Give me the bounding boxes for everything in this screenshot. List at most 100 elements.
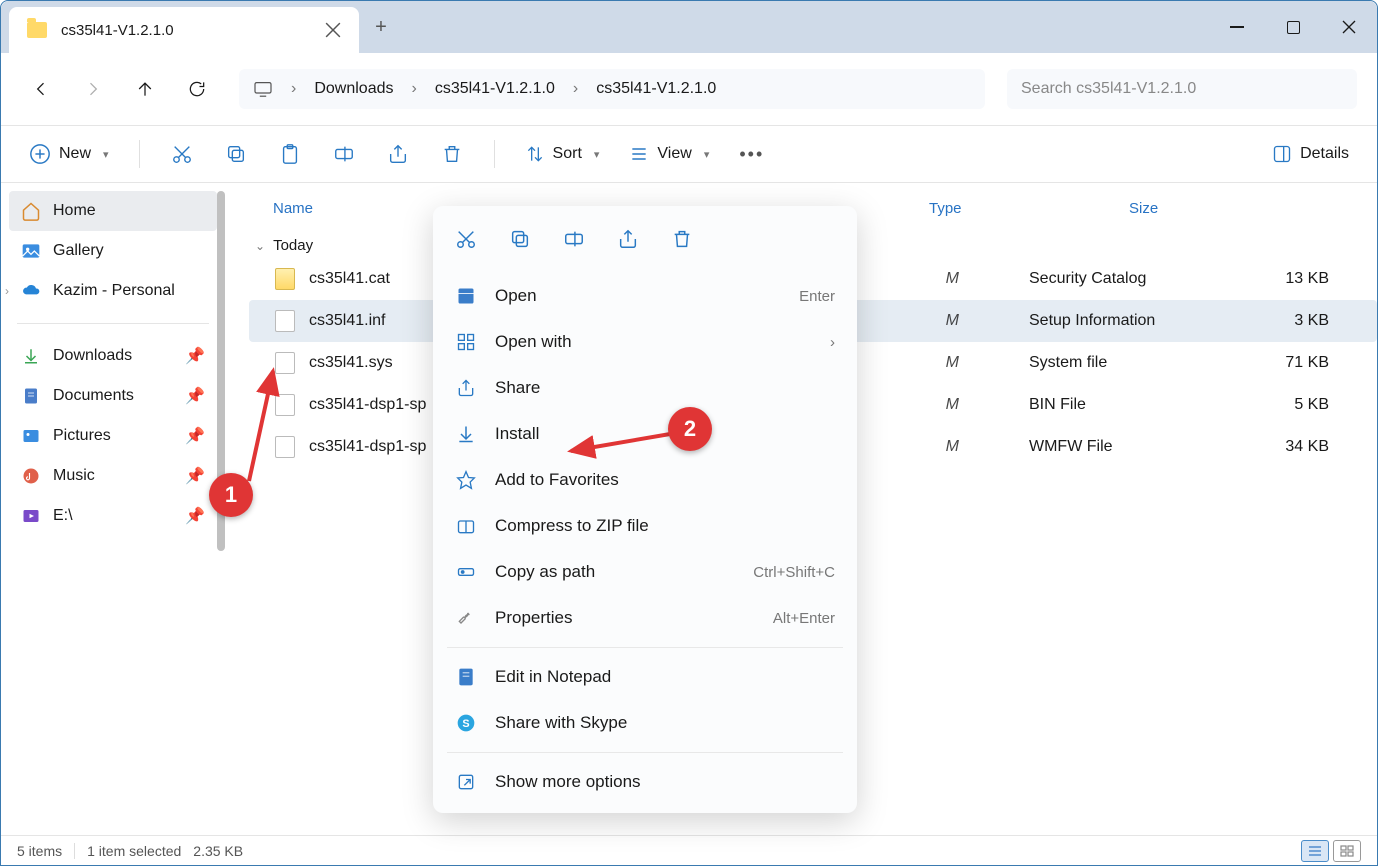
new-button[interactable]: New▾ bbox=[29, 143, 109, 165]
item-count: 5 items bbox=[17, 843, 62, 859]
refresh-button[interactable] bbox=[177, 69, 217, 109]
context-menu: Open Enter Open with › Share Install Add… bbox=[433, 206, 857, 813]
zip-icon bbox=[455, 515, 477, 537]
delete-icon[interactable] bbox=[671, 228, 693, 255]
sidebar-item-documents[interactable]: Documents 📌 bbox=[9, 376, 217, 416]
copy-icon[interactable] bbox=[509, 228, 531, 255]
breadcrumb[interactable]: › Downloads › cs35l41-V1.2.1.0 › cs35l41… bbox=[239, 69, 985, 109]
maximize-button[interactable] bbox=[1265, 1, 1321, 53]
cut-button[interactable] bbox=[170, 143, 194, 165]
toolbar: New▾ Sort▾ View▾ ••• Details bbox=[1, 125, 1377, 183]
selected-count: 1 item selected bbox=[87, 843, 181, 859]
more-button[interactable]: ••• bbox=[739, 144, 764, 165]
column-type[interactable]: Type bbox=[929, 200, 1129, 217]
expand-icon bbox=[455, 771, 477, 793]
sidebar-item-pictures[interactable]: Pictures 📌 bbox=[9, 416, 217, 456]
context-open-with[interactable]: Open with › bbox=[433, 319, 857, 365]
pin-icon: 📌 bbox=[185, 506, 205, 526]
paste-button[interactable] bbox=[278, 143, 302, 165]
sidebar-item-gallery[interactable]: Gallery bbox=[9, 231, 217, 271]
breadcrumb-item[interactable]: Downloads bbox=[314, 80, 393, 98]
context-show-more[interactable]: Show more options bbox=[433, 759, 857, 805]
home-icon bbox=[21, 201, 41, 221]
titlebar: cs35l41-V1.2.1.0 + bbox=[1, 1, 1377, 53]
search-placeholder: Search cs35l41-V1.2.1.0 bbox=[1021, 80, 1196, 98]
tab-title: cs35l41-V1.2.1.0 bbox=[61, 22, 311, 39]
pin-icon: 📌 bbox=[185, 426, 205, 446]
copy-button[interactable] bbox=[224, 143, 248, 165]
delete-button[interactable] bbox=[440, 143, 464, 165]
selected-size: 2.35 KB bbox=[193, 843, 243, 859]
view-button[interactable]: View▾ bbox=[629, 144, 709, 164]
context-properties[interactable]: Properties Alt+Enter bbox=[433, 595, 857, 641]
active-tab[interactable]: cs35l41-V1.2.1.0 bbox=[9, 7, 359, 53]
star-icon bbox=[455, 469, 477, 491]
documents-icon bbox=[21, 386, 41, 406]
context-compress-zip[interactable]: Compress to ZIP file bbox=[433, 503, 857, 549]
context-copy-path[interactable]: Copy as path Ctrl+Shift+C bbox=[433, 549, 857, 595]
sidebar-item-drive-e[interactable]: E:\ 📌 bbox=[9, 496, 217, 536]
breadcrumb-item[interactable]: cs35l41-V1.2.1.0 bbox=[596, 80, 716, 98]
chevron-right-icon: › bbox=[830, 334, 835, 351]
chevron-right-icon: › bbox=[573, 80, 578, 98]
open-with-icon bbox=[455, 331, 477, 353]
cut-icon[interactable] bbox=[455, 228, 477, 255]
share-button[interactable] bbox=[386, 143, 410, 165]
pin-icon: 📌 bbox=[185, 386, 205, 406]
sidebar-item-downloads[interactable]: Downloads 📌 bbox=[9, 336, 217, 376]
install-icon bbox=[455, 423, 477, 445]
chevron-down-icon: ⌄ bbox=[255, 239, 265, 253]
sidebar-item-home[interactable]: Home bbox=[9, 191, 217, 231]
file-icon bbox=[275, 268, 295, 290]
context-add-favorites[interactable]: Add to Favorites bbox=[433, 457, 857, 503]
open-icon bbox=[455, 285, 477, 307]
details-view-button[interactable] bbox=[1301, 840, 1329, 862]
sidebar-item-music[interactable]: Music 📌 bbox=[9, 456, 217, 496]
details-button[interactable]: Details bbox=[1272, 144, 1349, 164]
annotation-1: 1 bbox=[209, 473, 253, 517]
context-toolbar bbox=[433, 214, 857, 273]
rename-icon[interactable] bbox=[563, 228, 585, 255]
chevron-right-icon: › bbox=[411, 80, 416, 98]
forward-button[interactable] bbox=[73, 69, 113, 109]
sidebar: Home Gallery › Kazim - Personal Download… bbox=[1, 183, 225, 809]
skype-icon: S bbox=[455, 712, 477, 734]
statusbar: 5 items 1 item selected 2.35 KB bbox=[1, 835, 1377, 865]
context-edit-notepad[interactable]: Edit in Notepad bbox=[433, 654, 857, 700]
context-share-skype[interactable]: S Share with Skype bbox=[433, 700, 857, 746]
file-icon bbox=[275, 352, 295, 374]
file-icon bbox=[275, 310, 295, 332]
thumbnail-view-button[interactable] bbox=[1333, 840, 1361, 862]
new-tab-button[interactable]: + bbox=[359, 1, 403, 53]
search-input[interactable]: Search cs35l41-V1.2.1.0 bbox=[1007, 69, 1357, 109]
context-share[interactable]: Share bbox=[433, 365, 857, 411]
minimize-button[interactable] bbox=[1209, 1, 1265, 53]
context-open[interactable]: Open Enter bbox=[433, 273, 857, 319]
download-icon bbox=[21, 346, 41, 366]
pin-icon: 📌 bbox=[185, 466, 205, 486]
this-pc-icon bbox=[253, 81, 273, 97]
breadcrumb-item[interactable]: cs35l41-V1.2.1.0 bbox=[435, 80, 555, 98]
annotation-2: 2 bbox=[668, 407, 712, 451]
video-icon bbox=[21, 506, 41, 526]
up-button[interactable] bbox=[125, 69, 165, 109]
tab-close-button[interactable] bbox=[325, 22, 341, 38]
rename-button[interactable] bbox=[332, 143, 356, 165]
chevron-right-icon: › bbox=[291, 80, 296, 98]
path-icon bbox=[455, 561, 477, 583]
share-icon bbox=[455, 377, 477, 399]
navbar: › Downloads › cs35l41-V1.2.1.0 › cs35l41… bbox=[1, 53, 1377, 125]
pictures-icon bbox=[21, 426, 41, 446]
window-close-button[interactable] bbox=[1321, 1, 1377, 53]
gallery-icon bbox=[21, 241, 41, 261]
sidebar-item-onedrive[interactable]: › Kazim - Personal bbox=[9, 271, 217, 311]
onedrive-icon bbox=[21, 281, 41, 301]
music-icon bbox=[21, 466, 41, 486]
back-button[interactable] bbox=[21, 69, 61, 109]
notepad-icon bbox=[455, 666, 477, 688]
column-size[interactable]: Size bbox=[1129, 200, 1249, 217]
context-install[interactable]: Install bbox=[433, 411, 857, 457]
share-icon[interactable] bbox=[617, 228, 639, 255]
sort-button[interactable]: Sort▾ bbox=[525, 144, 600, 164]
wrench-icon bbox=[455, 607, 477, 629]
